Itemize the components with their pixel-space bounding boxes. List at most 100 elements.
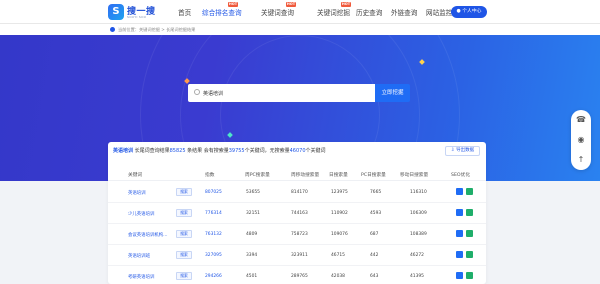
logo-subtitle: SOUYI SOU <box>127 15 147 19</box>
cell-keyword[interactable]: 少儿英语培训 <box>128 211 154 217</box>
cell-index: 776314 <box>205 211 222 216</box>
cell-pc-daily: 4593 <box>370 211 382 216</box>
seo-analyze-button[interactable] <box>456 272 463 279</box>
nav-site-monitor[interactable]: 网站监控 <box>426 7 452 17</box>
search-input[interactable] <box>203 87 368 99</box>
cell-mobile-week: 814170 <box>291 190 308 195</box>
col-index: 指数 <box>205 173 215 178</box>
logo-mark: S <box>108 4 124 20</box>
breadcrumb: 当前位置：关键词挖掘 > 长尾词挖掘结果 <box>118 27 196 32</box>
nav-home[interactable]: 首页 <box>178 7 191 17</box>
results-panel: 英语培训 长尾词查询结果85825 条结果 会有搜索量39755个关键词，无搜索… <box>108 142 486 284</box>
cell-mobile-daily: 108389 <box>410 232 427 237</box>
seo-optimize-button[interactable] <box>466 188 473 195</box>
cell-daily: 109076 <box>331 232 348 237</box>
cell-index: 807025 <box>205 190 222 195</box>
col-daily: 日搜索量 <box>329 173 348 178</box>
seo-optimize-button[interactable] <box>466 272 473 279</box>
cell-index: 327095 <box>205 253 222 258</box>
cell-pc-week: 53655 <box>246 190 260 195</box>
hot-badge: HOT <box>286 2 296 7</box>
cell-pc-daily: 687 <box>370 232 379 237</box>
search-icon <box>194 89 200 95</box>
seo-analyze-button[interactable] <box>456 251 463 258</box>
nav-keyword-query[interactable]: 关键词查询 <box>261 7 294 17</box>
wechat-icon[interactable]: ◉ <box>575 134 587 146</box>
cell-mobile-week: 744163 <box>291 211 308 216</box>
col-pc-daily: PC日搜索量 <box>361 173 386 178</box>
cell-pc-week: 4809 <box>246 232 258 237</box>
cell-pc-daily: 7665 <box>370 190 382 195</box>
table-header: 关键词 指数 周PC搜索量 周移动搜索量 日搜索量 PC日搜索量 移动日搜索量 … <box>108 169 486 181</box>
cell-daily: 110902 <box>331 211 348 216</box>
site-logo[interactable]: S 搜一搜 SOUYI SOU <box>108 4 164 21</box>
export-label: 导出数据 <box>456 148 475 153</box>
seo-analyze-button[interactable] <box>456 209 463 216</box>
back-to-top-icon[interactable]: ↑ <box>575 154 587 166</box>
col-mobile-week: 周移动搜索量 <box>291 173 320 178</box>
search-dropdown-tag[interactable]: 搜索 <box>176 272 192 280</box>
col-seo: SEO优化 <box>451 173 471 178</box>
headset-icon[interactable]: ☎ <box>575 114 587 126</box>
cell-mobile-daily: 46272 <box>410 253 424 258</box>
cell-keyword[interactable]: 会议英语培训机构… <box>128 232 168 238</box>
summary-text: 个关键词，无搜索量 <box>244 148 290 154</box>
col-keyword: 关键词 <box>128 173 143 178</box>
nav-backlinks[interactable]: 外链查询 <box>391 7 417 17</box>
user-center-button[interactable]: ● 个人中心 <box>451 6 487 18</box>
nav-keyword-mining[interactable]: 关键词挖掘 <box>317 7 350 17</box>
side-toolbar: ☎ ◉ ↑ <box>571 110 591 170</box>
summary-text: 个关键词 <box>305 148 326 154</box>
hot-badge: HOT <box>228 2 238 7</box>
cell-keyword[interactable]: 考研英语培训 <box>128 274 154 280</box>
nav-history[interactable]: 历史查询 <box>356 7 382 17</box>
table-row: 少儿英语培训 776314 32151 744163 110902 4593 106309 搜… <box>108 203 486 224</box>
cell-mobile-week: 323911 <box>291 253 308 258</box>
cell-index: 294266 <box>205 274 222 279</box>
cell-keyword[interactable]: 英语培训班 <box>128 253 150 259</box>
col-pc-week: 周PC搜索量 <box>245 173 270 178</box>
search-dropdown-tag[interactable]: 搜索 <box>176 188 192 196</box>
table-row: 会议英语培训机构… 763132 4809 758723 109076 687 108389… <box>108 224 486 245</box>
results-summary: 英语培训 长尾词查询结果85825 条结果 会有搜索量39755个关键词，无搜索… <box>113 147 326 154</box>
cell-pc-week: 4501 <box>246 274 258 279</box>
col-mobile-daily: 移动日搜索量 <box>400 173 429 178</box>
nav-overall-rank[interactable]: 综合排名查询 <box>202 7 242 17</box>
seo-optimize-button[interactable] <box>466 251 473 258</box>
seo-optimize-button[interactable] <box>466 209 473 216</box>
cell-index: 763132 <box>205 232 222 237</box>
seo-optimize-button[interactable] <box>466 230 473 237</box>
summary-no-volume: 46070 <box>289 148 306 154</box>
breadcrumb-bar: 当前位置：关键词挖掘 > 长尾词挖掘结果 <box>0 24 600 35</box>
search-dropdown-tag[interactable]: 搜索 <box>176 209 192 217</box>
cell-pc-week: 32151 <box>246 211 260 216</box>
mine-button[interactable]: 立即挖掘 <box>375 84 410 102</box>
cell-pc-daily: 643 <box>370 274 379 279</box>
table-row: 考研英语培训 294266 4501 289765 42038 643 41395 搜索 <box>108 266 486 284</box>
cell-daily: 46715 <box>331 253 345 258</box>
download-icon: ⇩ <box>450 148 455 153</box>
location-icon <box>110 27 115 32</box>
user-center-label: 个人中心 <box>462 9 482 14</box>
cell-mobile-week: 758723 <box>291 232 308 237</box>
cell-keyword[interactable]: 英语培训 <box>128 190 146 196</box>
summary-keyword: 英语培训 <box>113 148 134 154</box>
cell-pc-daily: 442 <box>370 253 379 258</box>
cell-daily: 123975 <box>331 190 348 195</box>
hot-badge: HOT <box>341 2 351 7</box>
seo-analyze-button[interactable] <box>456 188 463 195</box>
cell-mobile-daily: 41395 <box>410 274 424 279</box>
summary-total: 85825 <box>169 148 186 154</box>
summary-with-volume: 39755 <box>228 148 245 154</box>
seo-analyze-button[interactable] <box>456 230 463 237</box>
table-row: 英语培训班 327095 3394 323911 46715 442 46272 搜索 <box>108 245 486 266</box>
summary-text: 长尾词查询结果 <box>133 148 170 154</box>
cell-pc-week: 3394 <box>246 253 258 258</box>
top-navbar: S 搜一搜 SOUYI SOU 首页 综合排名查询 HOT 关键词查询 HOT … <box>0 0 600 24</box>
search-dropdown-tag[interactable]: 搜索 <box>176 251 192 259</box>
export-button[interactable]: ⇩ 导出数据 <box>445 146 480 156</box>
cell-mobile-daily: 106309 <box>410 211 427 216</box>
search-dropdown-tag[interactable]: 搜索 <box>176 230 192 238</box>
summary-text: 条结果 会有搜索量 <box>185 148 229 154</box>
cell-mobile-daily: 116310 <box>410 190 427 195</box>
